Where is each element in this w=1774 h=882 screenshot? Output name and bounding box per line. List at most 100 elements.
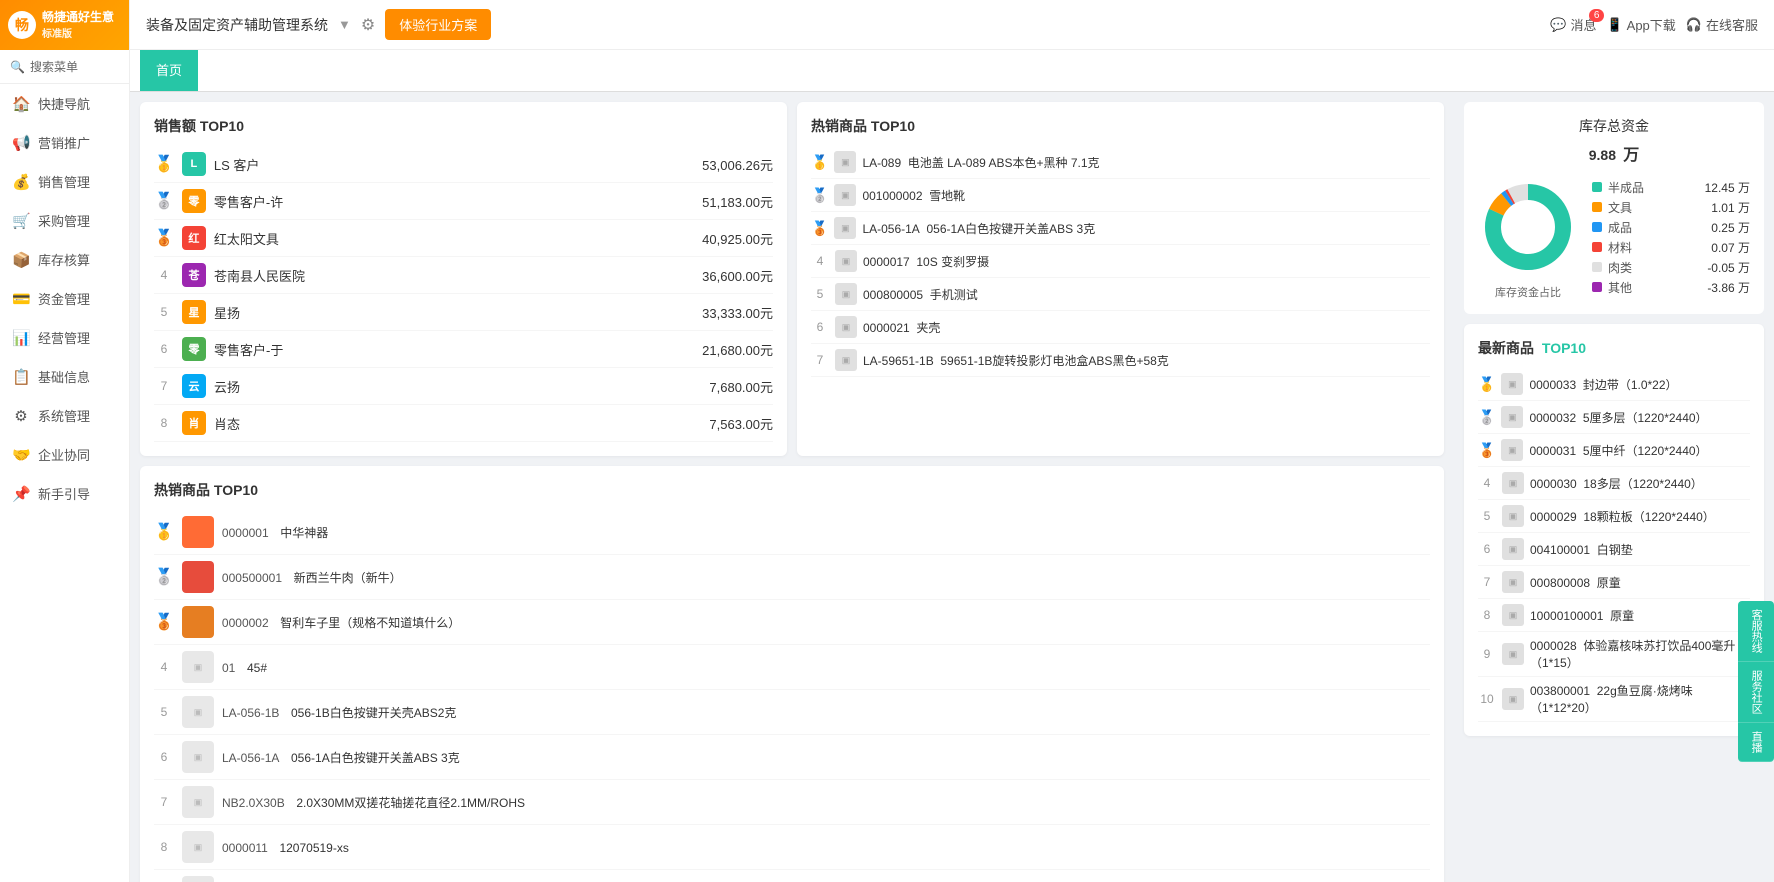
legend-name: 材料 — [1608, 239, 1705, 256]
inventory-header: 库存总资金 9.88 万 — [1478, 116, 1750, 167]
hot-product-row: 6 ▣ LA-056-1A 056-1A白色按键开关盖ABS 3克 — [154, 735, 1430, 780]
sidebar-item-guide[interactable]: 📌 新手引导 — [0, 474, 129, 513]
hot-product-row: 8 ▣ 0000011 12070519-xs — [154, 825, 1430, 870]
inventory-card: 库存总资金 9.88 万 — [1464, 102, 1764, 314]
customer-row: 🥇 L LS 客户 53,006.26元 — [154, 146, 773, 183]
newest-product-row: 10 ▣ 003800001 22g鱼豆腐·烧烤味（1*12*20） — [1478, 677, 1750, 722]
newest-product-info: 0000032 5厘多层（1220*2440） — [1529, 409, 1750, 426]
customer-name: 零售客户-许 — [214, 192, 694, 211]
product-code: LA-056-1A — [222, 751, 279, 765]
product-code: 0000011 — [222, 841, 268, 855]
sidebar-item-label: 资金管理 — [38, 289, 90, 308]
rank-medal: 🥇 — [154, 154, 174, 174]
hot-product-row: 7 ▣ NB2.0X30B 2.0X30MM双搓花轴搓花直径2.1MM/ROHS — [154, 780, 1430, 825]
product-thumb: ▣ — [1502, 688, 1524, 710]
legend-dot — [1592, 222, 1602, 232]
legend-list: 半成品 12.45 万 文具 1.01 万 成品 0.25 万 材料 0.07 … — [1592, 179, 1750, 299]
inventory-chart-area: 库存资金占比 半成品 12.45 万 文具 1.01 万 成品 0.25 万 材… — [1478, 177, 1750, 300]
sidebar-item-operations[interactable]: 📊 经营管理 — [0, 318, 129, 357]
search-menu[interactable]: 🔍 搜索菜单 — [0, 50, 129, 84]
legend-name: 半成品 — [1608, 179, 1699, 196]
rank-number: 6 — [154, 342, 174, 356]
message-icon: 💬 — [1550, 17, 1566, 33]
product-image: ▣ — [182, 876, 214, 882]
customer-row: 7 云 云扬 7,680.00元 — [154, 368, 773, 405]
tab-home[interactable]: 首页 — [140, 50, 198, 91]
operations-icon: 📊 — [12, 329, 30, 347]
tabs-bar: 首页 — [130, 50, 1774, 92]
sidebar-item-label: 营销推广 — [38, 133, 90, 152]
customer-amount: 53,006.26元 — [702, 155, 773, 174]
sold-info: 000800005 手机测试 — [863, 286, 1430, 303]
product-image: ▣ — [182, 786, 214, 818]
gear-button[interactable]: ⚙ — [361, 15, 375, 35]
main-scroll: 销售额 TOP10 🥇 L LS 客户 53,006.26元 🥈 零 零售客户-… — [130, 92, 1454, 882]
sold-img: ▣ — [835, 316, 857, 338]
sidebar-item-inventory[interactable]: 📦 库存核算 — [0, 240, 129, 279]
customer-name: 零售客户-于 — [214, 340, 694, 359]
product-code: 01 — [222, 661, 235, 675]
sold-right-row: 5 ▣ 000800005 手机测试 — [811, 278, 1430, 311]
newest-product-row: 8 ▣ 10000100001 原童 — [1478, 599, 1750, 632]
system-icon: ⚙ — [12, 407, 30, 425]
sidebar-item-system[interactable]: ⚙ 系统管理 — [0, 396, 129, 435]
sold-info: LA-59651-1B 59651-1B旋转投影灯电池盒ABS黑色+58克 — [863, 352, 1430, 369]
sidebar-item-sales[interactable]: 💰 销售管理 — [0, 162, 129, 201]
product-name: 中华神器 — [280, 526, 328, 540]
sidebar-item-home[interactable]: 🏠 快捷导航 — [0, 84, 129, 123]
legend-dot — [1592, 242, 1602, 252]
sales-icon: 💰 — [12, 173, 30, 191]
customer-avatar: L — [182, 152, 206, 176]
inventory-icon: 📦 — [12, 251, 30, 269]
top-sold-right-title: 热销商品 TOP10 — [811, 116, 1430, 136]
sidebar-item-marketing[interactable]: 📢 营销推广 — [0, 123, 129, 162]
product-image — [182, 561, 214, 593]
customer-name: 星扬 — [214, 303, 694, 322]
sidebar-item-label: 新手引导 — [38, 484, 90, 503]
inventory-amount: 9.88 万 — [1589, 136, 1640, 166]
sidebar-item-purchase[interactable]: 🛒 采购管理 — [0, 201, 129, 240]
newest-product-info: 000800008 原童 — [1530, 574, 1750, 591]
sidebar-item-collab[interactable]: 🤝 企业协同 — [0, 435, 129, 474]
sidebar-item-basic[interactable]: 📋 基础信息 — [0, 357, 129, 396]
sidebar-item-label: 快捷导航 — [38, 94, 90, 113]
dropdown-arrow[interactable]: ▼ — [338, 17, 351, 32]
legend-value: 0.07 万 — [1711, 239, 1750, 256]
sidebar-item-finance[interactable]: 💳 资金管理 — [0, 279, 129, 318]
float-btn-community[interactable]: 服务社区 — [1738, 662, 1774, 723]
newest-product-row: 🥉 ▣ 0000031 5厘中纤（1220*2440） — [1478, 434, 1750, 467]
donut-chart-container: 库存资金占比 — [1478, 177, 1578, 300]
sold-info: 001000002 雪地靴 — [862, 187, 1430, 204]
header: 装备及固定资产辅助管理系统 ▼ ⚙ 体验行业方案 💬 消息 6 📱 App下载 … — [130, 0, 1774, 50]
product-image — [182, 516, 214, 548]
product-info: LA-056-1A 056-1A白色按键开关盖ABS 3克 — [222, 749, 1430, 766]
newest-products-list: 🥇 ▣ 0000033 封边带（1.0*22） 🥈 ▣ 0000032 5厘多层… — [1478, 368, 1750, 722]
customer-name: 红太阳文具 — [214, 229, 694, 248]
legend-item: 其他 -3.86 万 — [1592, 279, 1750, 296]
product-thumb: ▣ — [1502, 472, 1524, 494]
purchase-icon: 🛒 — [12, 212, 30, 230]
newest-products-card: 最新商品 TOP10 🥇 ▣ 0000033 封边带（1.0*22） 🥈 ▣ 0… — [1464, 324, 1764, 736]
legend-dot — [1592, 202, 1602, 212]
product-image: ▣ — [182, 741, 214, 773]
app-download-label: App下载 — [1627, 15, 1676, 34]
customer-avatar: 零 — [182, 337, 206, 361]
hot-products-list: 🥇 0000001 中华神器 🥈 000500001 新西兰牛肉（新牛） 🥉 0… — [154, 510, 1430, 882]
top-row: 销售额 TOP10 🥇 L LS 客户 53,006.26元 🥈 零 零售客户-… — [140, 102, 1444, 456]
experience-btn[interactable]: 体验行业方案 — [385, 9, 491, 40]
app-download-btn[interactable]: 📱 App下载 — [1606, 15, 1675, 34]
product-name: 45# — [247, 661, 267, 675]
guide-icon: 📌 — [12, 485, 30, 503]
customer-amount: 7,680.00元 — [709, 377, 773, 396]
newest-product-row: 5 ▣ 0000029 18颗粒板（1220*2440） — [1478, 500, 1750, 533]
float-btn-live[interactable]: 直播 — [1738, 723, 1774, 762]
customer-row: 6 零 零售客户-于 21,680.00元 — [154, 331, 773, 368]
customer-amount: 36,600.00元 — [702, 266, 773, 285]
phone-icon: 📱 — [1606, 17, 1622, 33]
online-service-btn[interactable]: 🎧 在线客服 — [1686, 15, 1758, 34]
messages-btn[interactable]: 💬 消息 6 — [1550, 15, 1596, 34]
float-btn-service[interactable]: 客服热线 — [1738, 601, 1774, 662]
sidebar-item-label: 企业协同 — [38, 445, 90, 464]
product-thumb: ▣ — [1501, 373, 1523, 395]
sold-info: 0000017 10S 变刹罗摄 — [863, 253, 1430, 270]
